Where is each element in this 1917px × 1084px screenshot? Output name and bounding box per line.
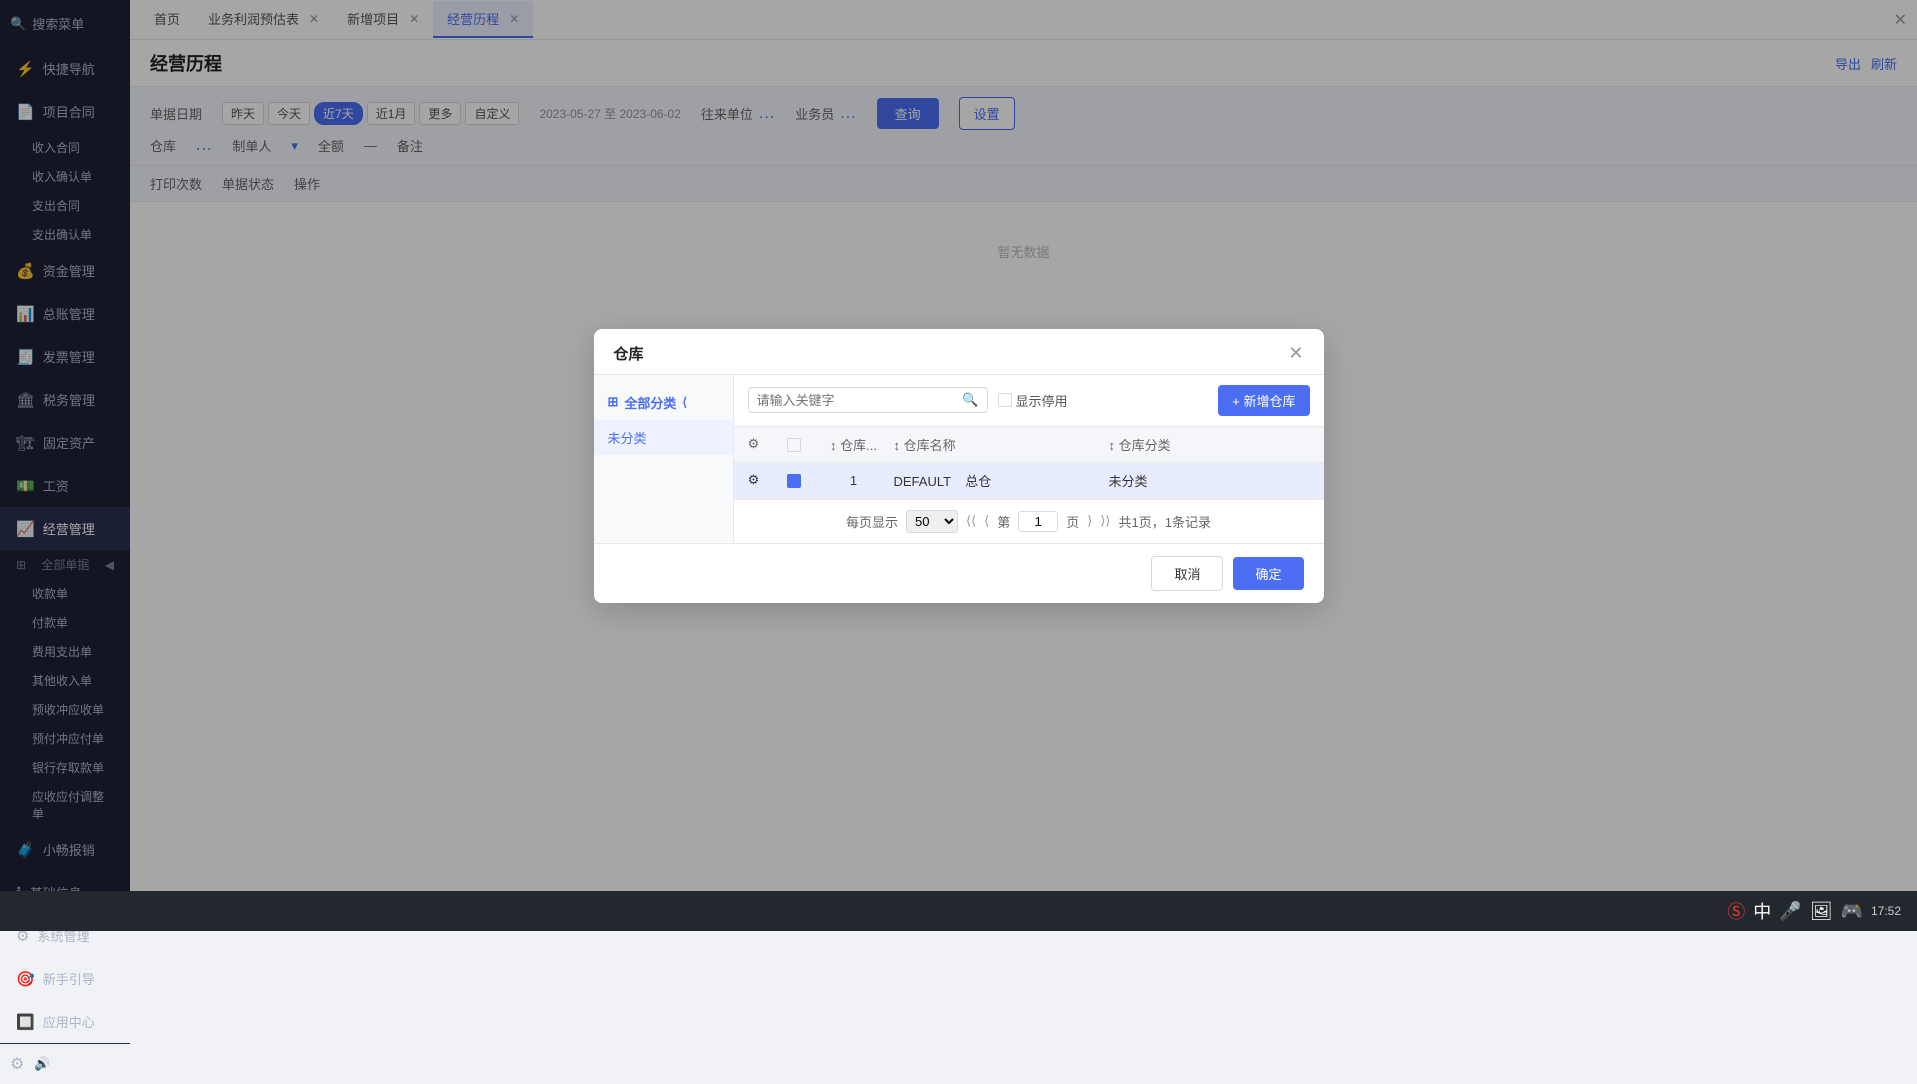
taskbar-time: 17:52: [1871, 904, 1901, 918]
show-disabled-checkbox[interactable]: [998, 393, 1012, 407]
dialog-table: ⚙ ↕ 仓库... ↕ 仓库名称: [734, 427, 1324, 499]
app-center-icon: 🔲: [16, 1013, 35, 1031]
col-id-header: ↕ 仓库...: [814, 435, 894, 454]
col-cat-header: ↕ 仓库分类: [1109, 435, 1324, 454]
col-id-label: 仓库...: [840, 438, 877, 453]
dialog-all-categories[interactable]: ⊞ 全部分类 ⟨: [594, 385, 733, 420]
col-name-sort-icon: ↕: [894, 438, 901, 453]
dialog-total-label: 共1页，1条记录: [1119, 512, 1211, 531]
col-gear: ⚙: [734, 436, 774, 452]
gear-icon[interactable]: ⚙: [748, 436, 760, 451]
confirm-button[interactable]: 确定: [1233, 557, 1303, 590]
row-id-cell: 1: [814, 473, 894, 488]
sidebar-bottom: ⚙ 🔊: [0, 1043, 130, 1084]
show-disabled-text: 显示停用: [1016, 391, 1068, 410]
row-display-name: 总仓: [965, 474, 991, 489]
taskbar: Ⓢ 中 🎤 🖼 🎮 17:52: [0, 891, 1917, 931]
dialog-header: 仓库 ✕: [594, 329, 1324, 375]
dialog-search-icon: 🔍: [962, 392, 978, 408]
dialog-per-page-select[interactable]: 50 100: [906, 510, 958, 533]
taskbar-icons: Ⓢ 中 🎤 🖼 🎮: [1727, 898, 1863, 924]
table-row[interactable]: ⚙ 1 DEFAULT 总仓: [734, 463, 1324, 499]
taskbar-icon-1[interactable]: Ⓢ: [1727, 898, 1745, 924]
col-cat-label: 仓库分类: [1119, 438, 1171, 453]
col-id-sort-icon: ↕: [830, 438, 837, 453]
row-checkbox[interactable]: [787, 474, 801, 488]
row-gear-icon[interactable]: ⚙: [748, 472, 760, 487]
cat-item-uncategorized[interactable]: 未分类: [594, 420, 733, 455]
dialog-actions: 取消 确定: [594, 543, 1324, 603]
dialog-search-input[interactable]: [757, 393, 959, 408]
dialog-page-input[interactable]: [1018, 511, 1058, 532]
dialog-prev-page[interactable]: ⟨: [984, 513, 989, 529]
taskbar-icon-3[interactable]: 🎤: [1779, 901, 1801, 922]
dialog-first-page[interactable]: ⟨⟨: [966, 513, 976, 529]
sidebar-volume-icon[interactable]: 🔊: [34, 1056, 50, 1072]
sidebar-item-app-center[interactable]: 🔲 应用中心: [0, 1000, 130, 1043]
row-name-value: DEFAULT: [894, 474, 951, 489]
dialog-title: 仓库: [614, 343, 644, 364]
warehouse-dialog: 仓库 ✕ ⊞ 全部分类 ⟨ 未分类: [594, 329, 1324, 603]
collapse-left-icon[interactable]: ⟨: [682, 395, 687, 409]
col-cat-sort-icon: ↕: [1109, 438, 1116, 453]
all-categories-label: 全部分类: [624, 393, 676, 412]
dialog-page-label: 第: [997, 512, 1010, 531]
dialog-page-suffix: 页: [1066, 512, 1079, 531]
row-id-value: 1: [850, 473, 857, 488]
dialog-pagination: 每页显示 50 100 ⟨⟨ ⟨ 第 页 ⟩ ⟩⟩ 共1页，1条记录: [734, 499, 1324, 543]
dialog-search-box[interactable]: 🔍: [748, 387, 988, 413]
taskbar-icon-2[interactable]: 中: [1753, 898, 1771, 924]
sidebar-item-label: 应用中心: [43, 1012, 95, 1031]
dialog-per-page-label: 每页显示: [846, 512, 898, 531]
modal-overlay[interactable]: 仓库 ✕ ⊞ 全部分类 ⟨ 未分类: [0, 0, 1917, 931]
dialog-body: ⊞ 全部分类 ⟨ 未分类 🔍 显示停用: [594, 375, 1324, 543]
taskbar-icon-4[interactable]: 🖼: [1810, 901, 1833, 922]
dialog-table-header: ⚙ ↕ 仓库... ↕ 仓库名称: [734, 427, 1324, 463]
row-cat-value: 未分类: [1109, 474, 1148, 489]
add-warehouse-button[interactable]: + 新增仓库: [1218, 385, 1309, 416]
row-cat-cell: 未分类: [1109, 471, 1324, 490]
col-name-label: 仓库名称: [904, 438, 956, 453]
dialog-close-button[interactable]: ✕: [1288, 343, 1303, 364]
dialog-right-panel: 🔍 显示停用 + 新增仓库 ⚙: [734, 375, 1324, 543]
dialog-next-page[interactable]: ⟩: [1087, 513, 1092, 529]
guide-icon: 🎯: [16, 970, 35, 988]
row-name-cell: DEFAULT 总仓: [894, 471, 1109, 490]
dialog-left-panel: ⊞ 全部分类 ⟨ 未分类: [594, 375, 734, 543]
col-name-header: ↕ 仓库名称: [894, 435, 1109, 454]
check-all-checkbox[interactable]: [787, 438, 801, 452]
row-gear[interactable]: ⚙: [734, 472, 774, 488]
settings-gear-icon[interactable]: ⚙: [10, 1054, 24, 1074]
cancel-button[interactable]: 取消: [1151, 556, 1223, 591]
grid-icon: ⊞: [608, 394, 619, 410]
taskbar-icon-5[interactable]: 🎮: [1841, 901, 1863, 922]
dialog-toolbar: 🔍 显示停用 + 新增仓库: [734, 375, 1324, 427]
sidebar-item-label: 新手引导: [43, 969, 95, 988]
sidebar-item-guide[interactable]: 🎯 新手引导: [0, 957, 130, 1000]
dialog-last-page[interactable]: ⟩⟩: [1100, 513, 1110, 529]
col-check-all[interactable]: [774, 436, 814, 452]
uncategorized-label: 未分类: [608, 431, 647, 446]
row-checkbox-cell[interactable]: [774, 472, 814, 488]
show-disabled-label[interactable]: 显示停用: [998, 391, 1068, 410]
